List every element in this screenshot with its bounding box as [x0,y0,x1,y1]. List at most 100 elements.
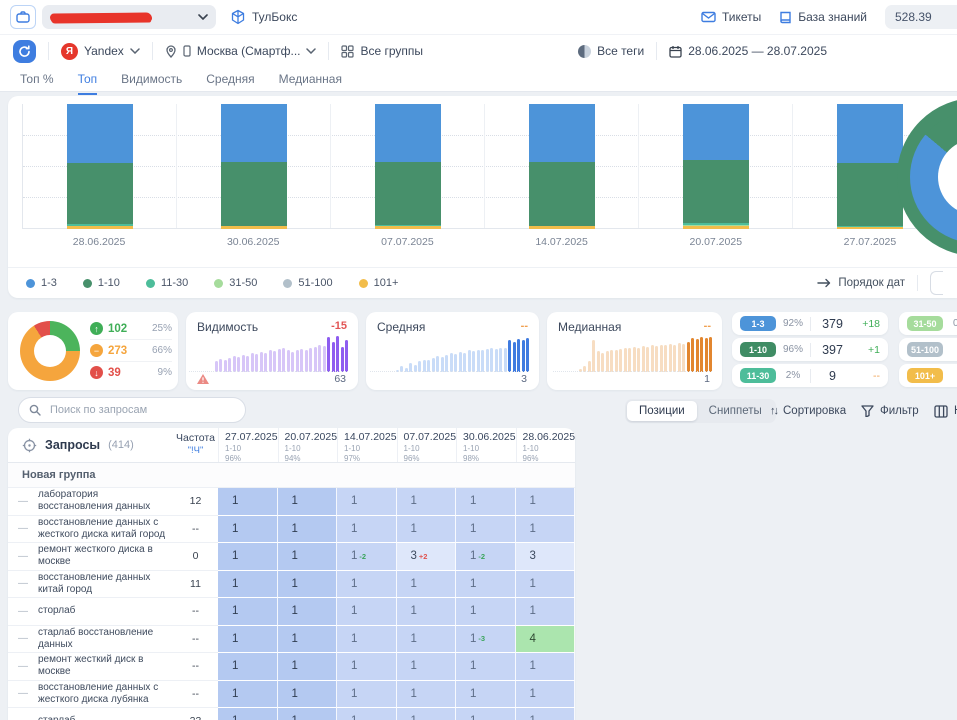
position-cell[interactable]: 1 [515,598,575,626]
position-cell[interactable]: 1 [456,653,516,681]
drag-handle[interactable]: — [8,598,38,626]
visibility-card[interactable]: Видимость -15 63 [186,312,358,390]
groups-selector[interactable]: Все группы [341,44,423,58]
frequency-type[interactable]: "!Ч" [173,445,218,456]
top-badge-31-50[interactable]: 31-50 0.4 [899,312,957,335]
knowledge-base-link[interactable]: База знаний [779,10,867,24]
query-cell[interactable]: восстановление данных китай город [38,571,173,598]
drag-handle[interactable]: — [8,488,38,516]
legend-item-1-3[interactable]: 1-3 [26,277,57,289]
position-cell[interactable]: 1 [515,488,575,516]
search-engine-selector[interactable]: Я Yandex [61,42,140,60]
position-cell[interactable]: 1 [396,570,456,598]
position-cell[interactable]: 1 [396,653,456,681]
drag-handle[interactable]: — [8,681,38,708]
position-cell[interactable]: 1 [337,488,397,516]
filter-button[interactable]: Фильтр [861,399,919,423]
position-cell[interactable]: 1 [337,570,397,598]
drag-handle[interactable]: — [8,708,38,720]
position-cell[interactable]: 1 [337,680,397,708]
refresh-button[interactable] [13,39,36,63]
query-cell[interactable]: ремонт жесткого диска в москве [38,543,173,571]
position-cell[interactable]: 1 -2 [456,543,516,571]
position-cell[interactable]: 1 [337,515,397,543]
date-range-selector[interactable]: 28.06.2025 — 28.07.2025 [669,44,827,58]
position-cell[interactable]: 1 [515,708,575,720]
position-cell[interactable]: 1 [337,653,397,681]
date-order-button[interactable]: Порядок дат [817,277,905,289]
toolbox-menu[interactable]: ТулБокс [230,9,297,25]
legend-item-101+[interactable]: 101+ [358,277,398,289]
position-cell[interactable]: 1 [337,625,397,653]
median-card[interactable]: Медианная -- 1 [547,312,722,390]
position-cell[interactable]: 1 [337,708,397,720]
position-cell[interactable]: 1 [456,708,516,720]
position-cell[interactable]: 1 [277,680,337,708]
position-cell[interactable]: 1 [515,570,575,598]
query-cell[interactable]: лаборатория восстановления данных [38,488,173,516]
tab-Топ %[interactable]: Топ % [20,72,54,95]
position-cell[interactable]: 1 [515,680,575,708]
stacked-bar[interactable] [528,104,595,229]
position-cell[interactable]: 1 [456,680,516,708]
tab-Медианная[interactable]: Медианная [279,72,342,95]
tab-Средняя[interactable]: Средняя [206,72,254,95]
legend-item-31-50[interactable]: 31-50 [214,277,257,289]
tags-selector[interactable]: Все теги [578,44,644,58]
tickets-link[interactable]: Тикеты [701,10,761,24]
stacked-bar[interactable] [836,104,903,229]
position-cell[interactable]: 1 [277,625,337,653]
position-cell[interactable]: 1 [456,488,516,516]
position-cell[interactable]: 1 [456,570,516,598]
drag-handle[interactable]: — [8,653,38,681]
position-cell[interactable]: 1 [396,488,456,516]
position-cell[interactable]: 4 [515,625,575,653]
query-cell[interactable]: старлаб [38,708,173,720]
position-cell[interactable]: 1 [515,653,575,681]
query-cell[interactable]: старлаб восстановление данных [38,626,173,653]
position-cell[interactable]: 1 [337,598,397,626]
position-cell[interactable]: 1 [218,708,278,720]
position-cell[interactable]: 1 [218,515,278,543]
position-cell[interactable]: 1 [396,598,456,626]
position-cell[interactable]: 1 [218,680,278,708]
position-cell[interactable]: 1 [277,543,337,571]
position-cell[interactable]: 1 [277,598,337,626]
view-Сниппеты[interactable]: Сниппеты [697,401,774,421]
search-input[interactable] [48,403,235,417]
column-header-30.06.2025[interactable]: 30.06.2025 1-10 98% [456,428,516,463]
top-badge-101+[interactable]: 101+1 [899,364,957,387]
position-cell[interactable]: 1 [277,488,337,516]
tab-Топ[interactable]: Топ [77,72,98,95]
tab-Видимость[interactable]: Видимость [121,72,182,95]
top-badge-1-3[interactable]: 1-3 92% 379 +18 [732,312,888,335]
position-cell[interactable]: 1 [218,625,278,653]
balance-button[interactable]: 528.39 [885,5,957,29]
top-badge-11-30[interactable]: 11-30 2% 9 -- [732,364,888,387]
clipped-button[interactable] [930,271,943,295]
table-settings-button[interactable]: Н [934,399,957,423]
position-cell[interactable]: 1 [456,598,516,626]
position-cell[interactable]: 3 +2 [396,543,456,571]
top-badge-51-100[interactable]: 51-1000 [899,338,957,361]
top-badge-1-10[interactable]: 1-10 96% 397 +1 [732,338,888,361]
target-icon[interactable] [22,438,37,453]
stacked-bar[interactable] [66,104,133,229]
project-selector[interactable] [42,5,216,29]
position-cell[interactable]: 1 [218,653,278,681]
view-Позиции[interactable]: Позиции [627,401,697,421]
change-donut[interactable] [20,321,80,381]
position-cell[interactable]: 3 [515,543,575,571]
region-selector[interactable]: Москва (Смартф... [165,44,317,58]
query-cell[interactable]: сторлаб [38,598,173,626]
position-cell[interactable]: 1 [277,515,337,543]
position-cell[interactable]: 1 [515,515,575,543]
position-cell[interactable]: 1 [396,515,456,543]
column-header-14.07.2025[interactable]: 14.07.2025 1-10 97% [337,428,397,463]
drag-handle[interactable]: — [8,571,38,598]
drag-handle[interactable]: — [8,626,38,653]
drag-handle[interactable]: — [8,543,38,571]
legend-item-51-100[interactable]: 51-100 [283,277,333,289]
column-header-07.07.2025[interactable]: 07.07.2025 1-10 96% [396,428,456,463]
position-cell[interactable]: 1 [218,488,278,516]
